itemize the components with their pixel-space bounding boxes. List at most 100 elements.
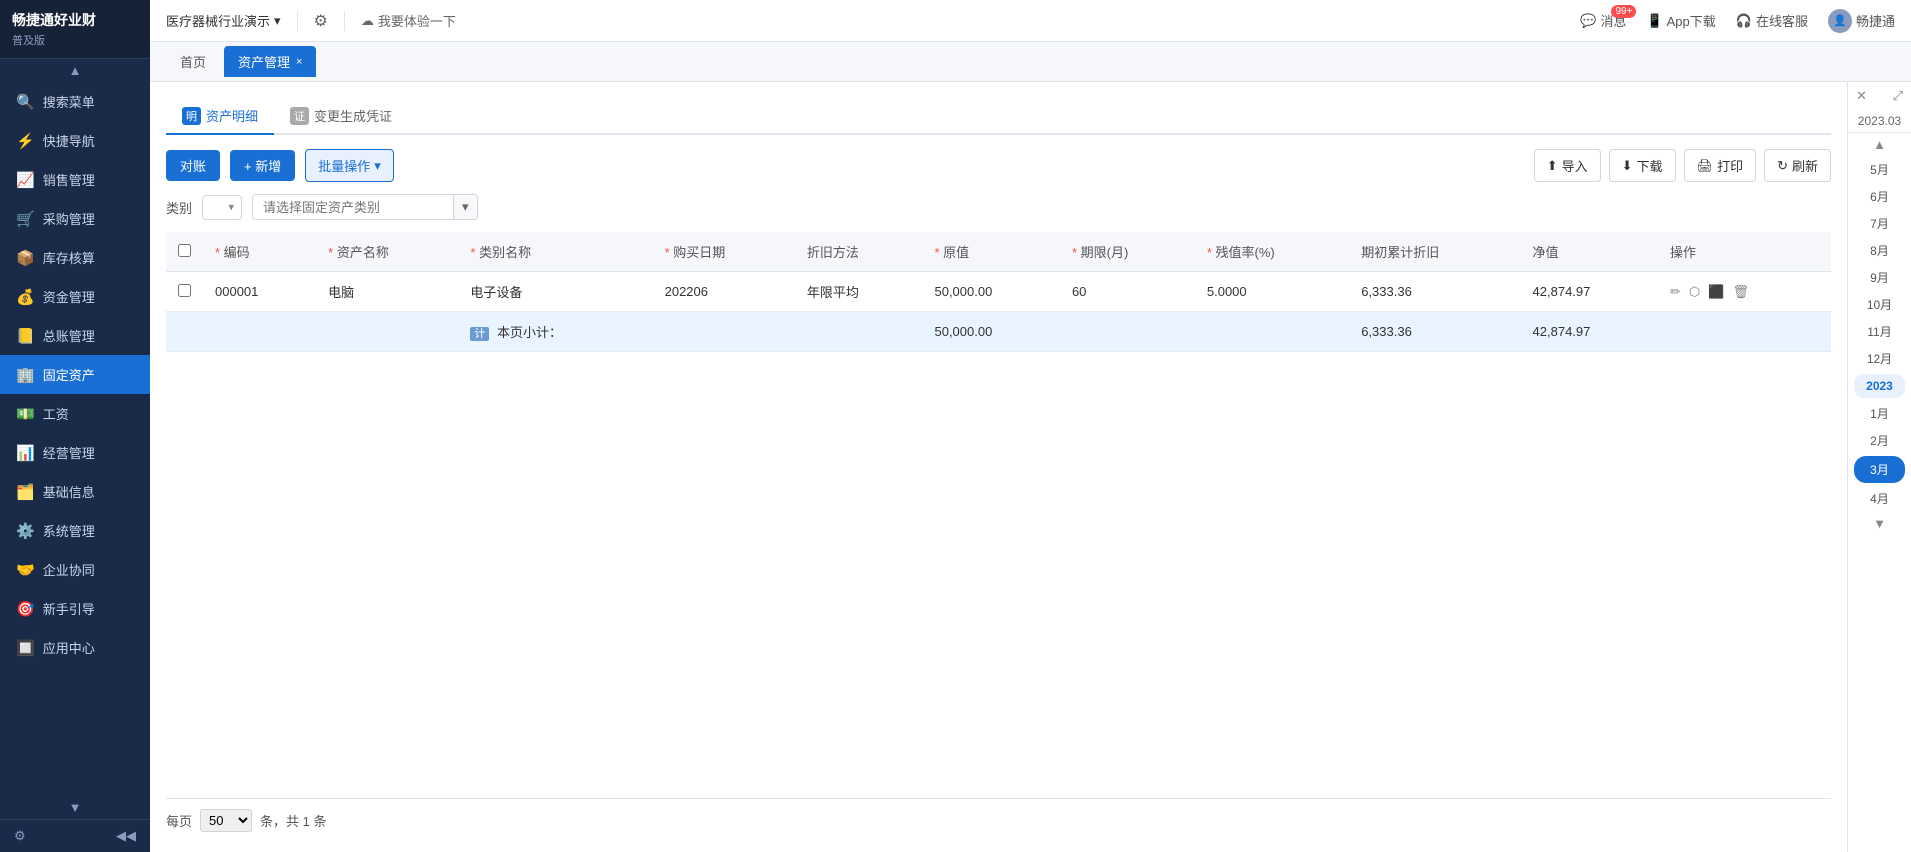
category-input-arrow-icon[interactable]: ▾ <box>453 195 477 219</box>
download-button[interactable]: ⬇ 下载 <box>1609 149 1676 182</box>
sidebar-item-ledger[interactable]: 📒 总账管理 <box>0 316 150 355</box>
print-label: 打印 <box>1717 156 1743 175</box>
panel-month-8[interactable]: 8月 <box>1848 237 1911 264</box>
sidebar: 畅捷通好业财 普及版 ▲ 🔍 搜索菜单 ⚡ 快捷导航 📈 销售管理 🛒 采购管理… <box>0 0 150 852</box>
panel-month-6[interactable]: 6月 <box>1848 183 1911 210</box>
sidebar-item-search[interactable]: 🔍 搜索菜单 <box>0 82 150 121</box>
batch-ops-button[interactable]: 批量操作 ▾ <box>305 149 394 182</box>
subtotal-empty2 <box>203 312 316 352</box>
download-icon: ⬇ <box>1622 158 1633 174</box>
settings-gear-icon[interactable]: ⚙ <box>314 11 328 31</box>
collapse-icon[interactable]: ◀◀ <box>116 828 136 844</box>
subtotal-empty4 <box>653 312 795 352</box>
sidebar-item-finance[interactable]: 💰 资金管理 <box>0 277 150 316</box>
app-download-label: App下载 <box>1667 11 1716 30</box>
header-accumulated-depreciation: 期初累计折旧 <box>1349 232 1520 272</box>
panel-month-11[interactable]: 11月 <box>1848 318 1911 345</box>
tab-close-icon[interactable]: × <box>296 56 302 68</box>
download-icon: 📱 <box>1646 13 1662 29</box>
more-icon[interactable]: ⬛ <box>1708 284 1724 300</box>
download-label: 下载 <box>1637 156 1663 175</box>
sidebar-scroll-up[interactable]: ▲ <box>0 59 150 82</box>
panel-year: 2023.03 <box>1848 110 1911 133</box>
import-label: 导入 <box>1562 156 1588 175</box>
settings-icon[interactable]: ⚙ <box>14 828 26 844</box>
sidebar-scroll-down[interactable]: ▼ <box>0 796 150 819</box>
panel-up-arrow[interactable]: ▲ <box>1848 133 1911 156</box>
header-checkbox <box>166 232 203 272</box>
sidebar-item-inventory[interactable]: 📦 库存核算 <box>0 238 150 277</box>
customer-service-button[interactable]: 🎧 在线客服 <box>1736 11 1808 30</box>
sidebar-item-payroll[interactable]: 💵 工资 <box>0 394 150 433</box>
panel-month-7[interactable]: 7月 <box>1848 210 1911 237</box>
sidebar-item-purchase[interactable]: 🛒 采购管理 <box>0 199 150 238</box>
panel-month-10[interactable]: 10月 <box>1848 291 1911 318</box>
panel-month-12[interactable]: 12月 <box>1848 345 1911 372</box>
import-button[interactable]: ⬆ 导入 <box>1534 149 1601 182</box>
edit-icon[interactable]: ✏ <box>1670 284 1681 300</box>
print-button[interactable]: 🖨 打印 <box>1684 149 1757 182</box>
refresh-icon: ↻ <box>1777 158 1788 174</box>
panel-down-arrow[interactable]: ▼ <box>1848 512 1911 535</box>
sidebar-item-enterprise[interactable]: 🤝 企业协同 <box>0 550 150 589</box>
tab-asset-manage[interactable]: 资产管理 × <box>224 46 316 77</box>
customer-service-label: 在线客服 <box>1756 11 1808 30</box>
sidebar-item-label: 经营管理 <box>43 443 95 462</box>
panel-month-3-active[interactable]: 3月 <box>1854 456 1905 483</box>
select-all-checkbox[interactable] <box>178 244 191 257</box>
sidebar-item-fixed-assets[interactable]: 🏢 固定资产 <box>0 355 150 394</box>
user-profile[interactable]: 👤 畅捷通 <box>1828 9 1895 33</box>
search-icon: 🔍 <box>16 93 35 111</box>
category-input[interactable] <box>253 196 453 219</box>
copy-icon[interactable]: ⬡ <box>1689 284 1700 300</box>
topbar-right: 💬 消息 99+ 📱 App下载 🎧 在线客服 👤 畅捷通 <box>1580 9 1895 33</box>
subtotal-empty8 <box>1658 312 1831 352</box>
sidebar-item-guide[interactable]: 🎯 新手引导 <box>0 589 150 628</box>
refresh-button[interactable]: ↻ 刷新 <box>1764 149 1831 182</box>
panel-month-5[interactable]: 5月 <box>1848 156 1911 183</box>
new-button[interactable]: + 新增 <box>230 150 295 181</box>
panel-month-9[interactable]: 9月 <box>1848 264 1911 291</box>
page-size-select[interactable]: 50 20 100 <box>200 809 252 832</box>
reconcile-button[interactable]: 对账 <box>166 150 220 181</box>
app-edition: 普及版 <box>12 32 45 48</box>
sidebar-item-quick-nav[interactable]: ⚡ 快捷导航 <box>0 121 150 160</box>
guide-icon: 🎯 <box>16 600 35 618</box>
batch-ops-arrow-icon: ▾ <box>374 158 381 174</box>
panel-month-4[interactable]: 4月 <box>1848 485 1911 512</box>
cloud-icon: ☁ <box>361 13 374 29</box>
panel-month-1[interactable]: 1月 <box>1848 400 1911 427</box>
sidebar-item-system[interactable]: ⚙️ 系统管理 <box>0 511 150 550</box>
app-download-button[interactable]: 📱 App下载 <box>1646 11 1715 30</box>
quick-nav-icon: ⚡ <box>16 132 35 150</box>
user-name: 畅捷通 <box>1856 11 1895 30</box>
basic-info-icon: 🗂️ <box>16 483 35 501</box>
category-select[interactable] <box>202 195 242 220</box>
sidebar-item-label: 采购管理 <box>43 209 95 228</box>
row-depreciation-method: 年限平均 <box>795 272 923 312</box>
sidebar-item-operations[interactable]: 📊 经营管理 <box>0 433 150 472</box>
panel-month-2[interactable]: 2月 <box>1848 427 1911 454</box>
row-checkbox[interactable] <box>178 284 191 297</box>
panel-expand-icon[interactable]: ⤢ <box>1893 88 1903 104</box>
header-residual-rate: 残值率(%) <box>1195 232 1349 272</box>
experience-button[interactable]: ☁ 我要体验一下 <box>361 11 456 30</box>
header-period: 期限(月) <box>1060 232 1195 272</box>
sidebar-item-label: 固定资产 <box>43 365 95 384</box>
company-selector[interactable]: 医疗器械行业演示 ▾ <box>166 11 281 30</box>
header-action: 操作 <box>1658 232 1831 272</box>
panel-close-icon[interactable]: ✕ <box>1856 88 1867 104</box>
sidebar-item-basic-info[interactable]: 🗂️ 基础信息 <box>0 472 150 511</box>
avatar: 👤 <box>1828 9 1852 33</box>
row-net-value: 42,874.97 <box>1521 272 1658 312</box>
tab-home-label: 首页 <box>180 55 206 70</box>
sidebar-item-apps[interactable]: 🔲 应用中心 <box>0 628 150 667</box>
tab-change-voucher[interactable]: 证 变更生成凭证 <box>274 98 408 135</box>
sidebar-item-sales[interactable]: 📈 销售管理 <box>0 160 150 199</box>
category-select-wrap <box>202 195 242 220</box>
tab-asset-detail[interactable]: 明 资产明细 <box>166 98 274 135</box>
delete-icon[interactable]: 🗑 <box>1732 284 1749 300</box>
messages-button[interactable]: 💬 消息 99+ <box>1580 11 1626 30</box>
sidebar-item-label: 基础信息 <box>43 482 95 501</box>
tab-home[interactable]: 首页 <box>166 46 220 77</box>
